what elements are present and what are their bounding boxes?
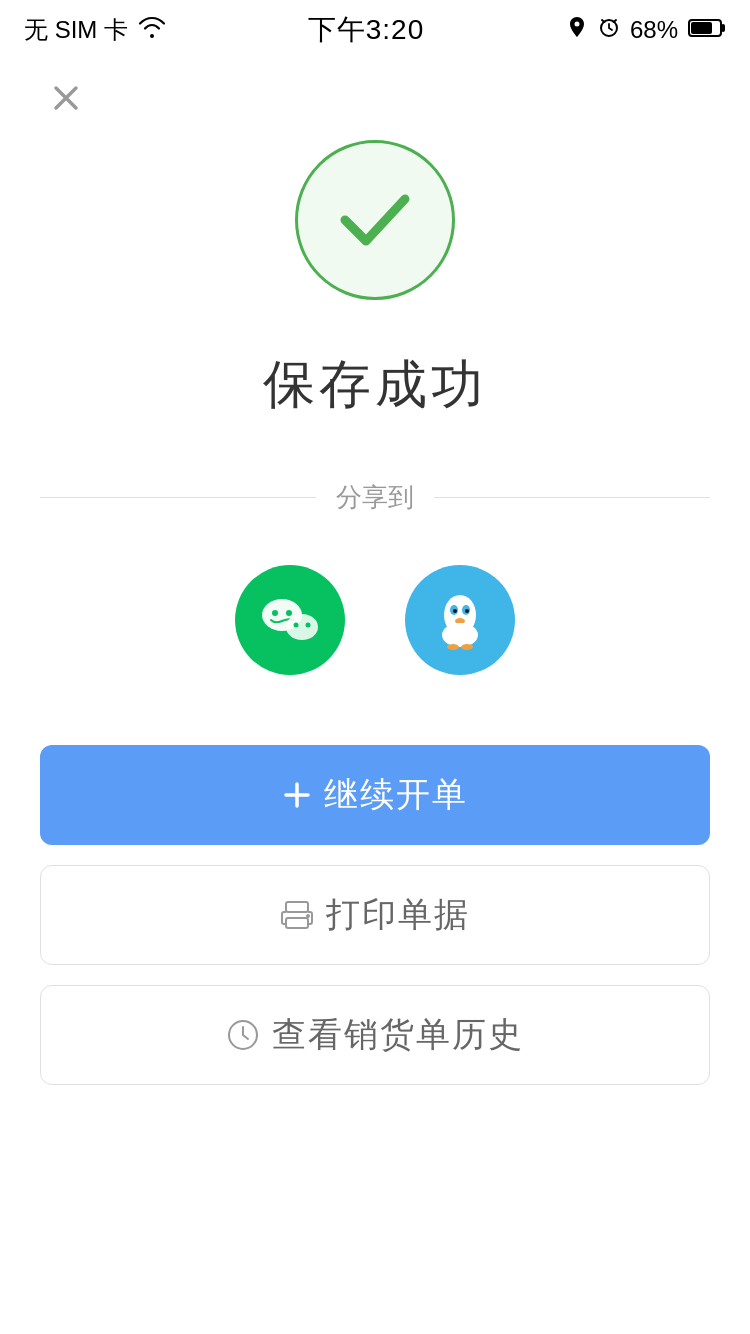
svg-point-21 [306, 914, 310, 918]
svg-point-8 [294, 623, 299, 628]
success-title: 保存成功 [263, 350, 487, 420]
history-label: 查看销货单历史 [272, 1012, 524, 1058]
close-button[interactable] [40, 72, 92, 124]
clock-icon [226, 1018, 260, 1052]
svg-point-18 [461, 644, 473, 650]
svg-point-6 [286, 610, 292, 616]
action-buttons: 继续开单 打印单据 查看销货单历史 [0, 745, 750, 1085]
history-button[interactable]: 查看销货单历史 [40, 985, 710, 1085]
svg-rect-2 [721, 24, 725, 32]
divider-line-left [40, 497, 316, 498]
qq-share-button[interactable] [405, 565, 515, 675]
main-content: 保存成功 分享到 [0, 60, 750, 1085]
success-icon-circle [295, 140, 455, 300]
svg-point-16 [442, 623, 478, 647]
divider-line-right [434, 497, 710, 498]
carrier-text: 无 SIM 卡 [24, 14, 128, 46]
svg-rect-20 [286, 918, 308, 928]
plus-icon [282, 780, 312, 810]
location-icon [566, 16, 588, 44]
print-button[interactable]: 打印单据 [40, 865, 710, 965]
share-section: 分享到 [0, 480, 750, 675]
printer-icon [280, 898, 314, 932]
time-display: 下午3:20 [308, 11, 425, 49]
svg-point-7 [286, 614, 318, 640]
svg-point-9 [306, 623, 311, 628]
battery-icon [688, 16, 726, 44]
alarm-icon [598, 16, 620, 44]
continue-button[interactable]: 继续开单 [40, 745, 710, 845]
qq-logo-icon [425, 585, 495, 655]
wechat-logo-icon [256, 591, 324, 649]
share-icons-container [40, 565, 710, 675]
battery-percentage: 68% [630, 16, 678, 44]
status-right: 68% [566, 16, 726, 44]
svg-point-5 [272, 610, 278, 616]
checkmark-icon [330, 175, 420, 265]
svg-rect-3 [691, 22, 712, 34]
wifi-icon [138, 16, 166, 44]
share-label: 分享到 [336, 480, 414, 515]
svg-rect-19 [286, 902, 308, 912]
status-left: 无 SIM 卡 [24, 14, 166, 46]
share-divider: 分享到 [40, 480, 710, 515]
svg-point-17 [447, 644, 459, 650]
svg-point-13 [453, 609, 457, 613]
wechat-share-button[interactable] [235, 565, 345, 675]
svg-point-14 [465, 609, 469, 613]
continue-label: 继续开单 [324, 772, 468, 818]
print-label: 打印单据 [326, 892, 470, 938]
status-bar: 无 SIM 卡 下午3:20 68% [0, 0, 750, 60]
